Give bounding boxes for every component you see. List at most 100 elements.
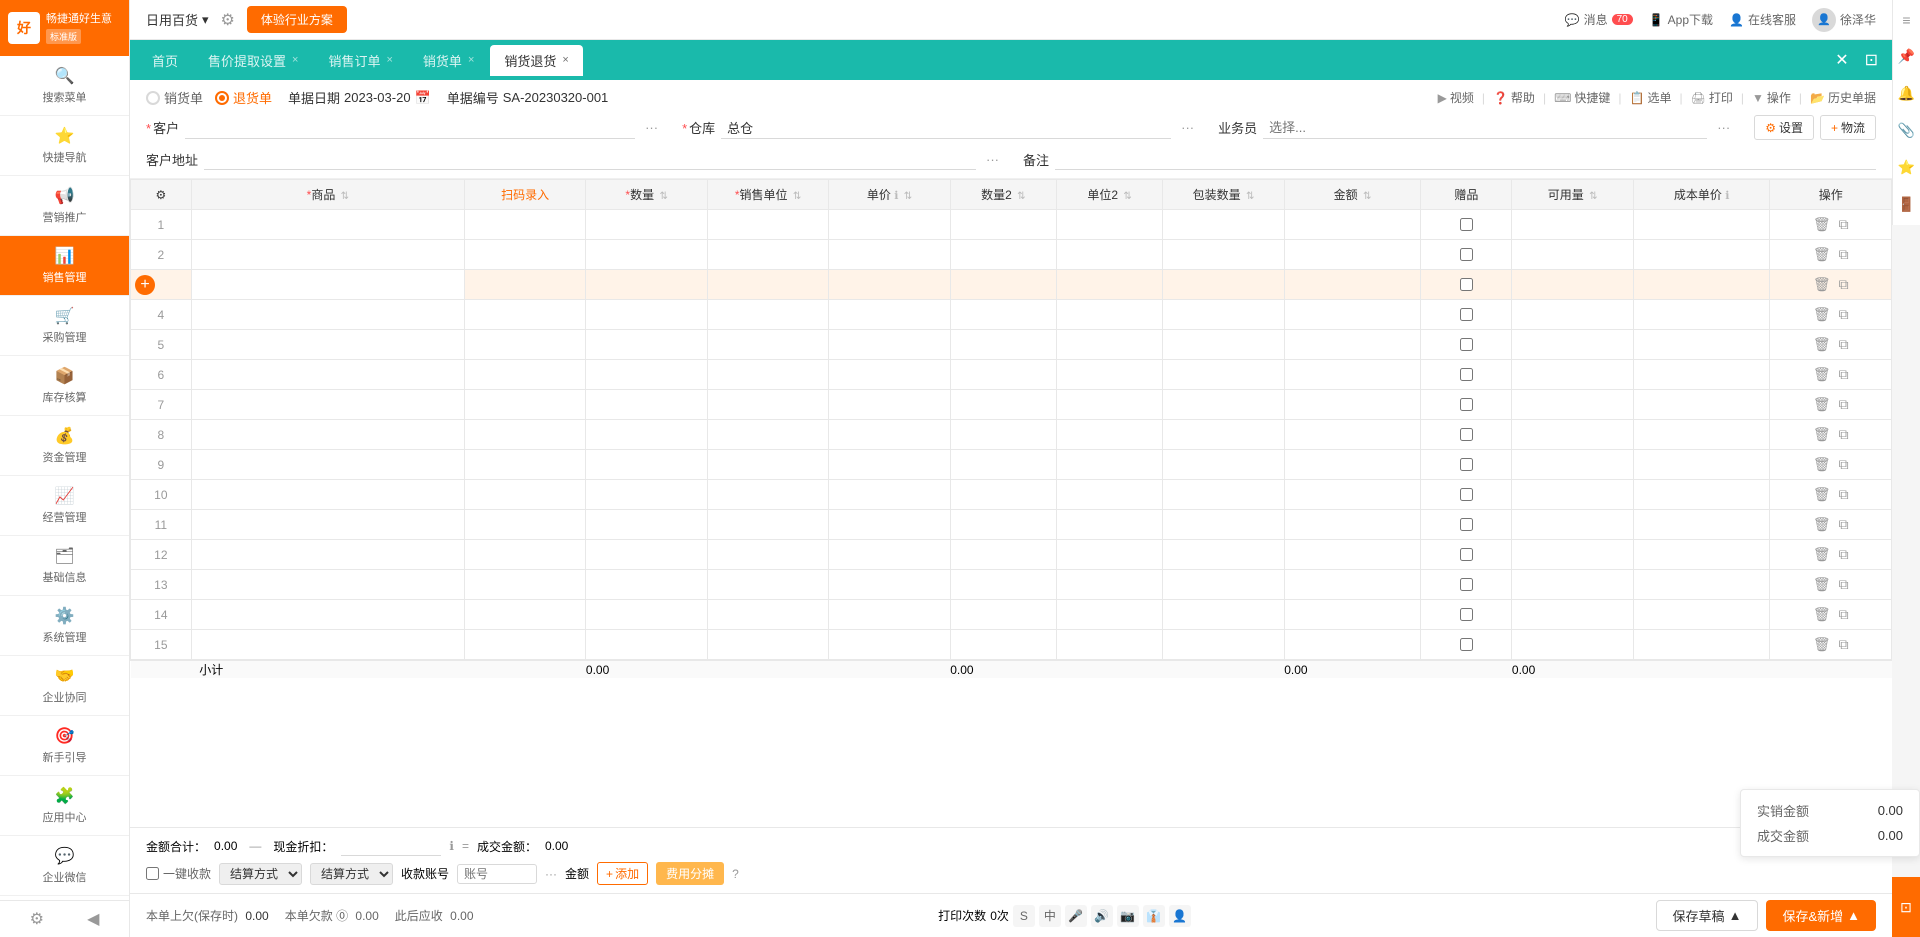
cell-product-6[interactable] xyxy=(191,360,464,390)
cell-pkg-14[interactable] xyxy=(1163,600,1284,630)
right-active-icon[interactable]: ⊡ xyxy=(1892,877,1920,937)
right-icon-2[interactable]: 📌 xyxy=(1894,44,1919,69)
cell-gift-11[interactable] xyxy=(1421,510,1512,540)
copy-row-button-7[interactable]: ⧉ xyxy=(1837,394,1851,415)
action-btn-history[interactable]: 📂历史单据 xyxy=(1810,89,1876,106)
user-tool-icon[interactable]: 👤 xyxy=(1169,905,1191,927)
price-info-icon[interactable]: ℹ xyxy=(894,190,898,202)
photo-icon[interactable]: 📷 xyxy=(1117,905,1139,927)
copy-row-button-6[interactable]: ⧉ xyxy=(1837,364,1851,385)
experience-button[interactable]: 体验行业方案 xyxy=(247,6,347,33)
cell-pkg-8[interactable] xyxy=(1163,420,1284,450)
cell-amount-5[interactable] xyxy=(1284,330,1421,360)
one-key-pay-check[interactable] xyxy=(146,867,159,880)
right-icon-6[interactable]: 🚪 xyxy=(1894,192,1919,217)
right-icon-4[interactable]: 📎 xyxy=(1894,118,1919,143)
cell-pkg-11[interactable] xyxy=(1163,510,1284,540)
sidebar-item-guide[interactable]: 🎯新手引导 xyxy=(0,716,129,776)
cell-price-5[interactable] xyxy=(829,330,950,360)
cell-product-1[interactable] xyxy=(191,210,464,240)
th-scan[interactable]: 扫码录入 xyxy=(464,180,585,210)
account-dots[interactable]: ··· xyxy=(545,867,557,881)
shirt-icon[interactable]: 👔 xyxy=(1143,905,1165,927)
cell-product-13[interactable] xyxy=(191,570,464,600)
cell-unit2-8[interactable] xyxy=(1056,420,1162,450)
right-icon-3[interactable]: 🔔 xyxy=(1894,81,1919,106)
message-item[interactable]: 💬 消息 70 xyxy=(1565,11,1633,28)
gift-checkbox-5[interactable] xyxy=(1460,338,1473,351)
sidebar-item-basic[interactable]: 🗂基础信息 xyxy=(0,536,129,596)
cell-amount-8[interactable] xyxy=(1284,420,1421,450)
cell-unit-4[interactable] xyxy=(707,300,828,330)
address-input[interactable] xyxy=(204,148,976,170)
cell-qty-1[interactable] xyxy=(586,210,707,240)
cell-gift-8[interactable] xyxy=(1421,420,1512,450)
cell-qty-3[interactable] xyxy=(586,270,707,300)
user-item[interactable]: 👤 徐泽华 xyxy=(1812,8,1876,32)
calc-method-select[interactable]: 结算方式 xyxy=(310,863,393,885)
cell-qty2-10[interactable] xyxy=(950,480,1056,510)
tab-close-sales_delivery[interactable]: × xyxy=(468,54,474,66)
sidebar-item-finance[interactable]: 💰资金管理 xyxy=(0,416,129,476)
cell-amount-7[interactable] xyxy=(1284,390,1421,420)
cell-qty2-4[interactable] xyxy=(950,300,1056,330)
cell-product-11[interactable] xyxy=(191,510,464,540)
cell-product-10[interactable] xyxy=(191,480,464,510)
gift-checkbox-6[interactable] xyxy=(1460,368,1473,381)
cell-qty2-5[interactable] xyxy=(950,330,1056,360)
cell-unit-7[interactable] xyxy=(707,390,828,420)
copy-row-button-4[interactable]: ⧉ xyxy=(1837,304,1851,325)
cell-qty2-14[interactable] xyxy=(950,600,1056,630)
cell-qty2-1[interactable] xyxy=(950,210,1056,240)
action-btn-operation[interactable]: ▼操作 xyxy=(1752,89,1791,106)
staff-input[interactable] xyxy=(1263,117,1707,139)
staff-dots[interactable]: ··· xyxy=(1717,120,1730,135)
delete-row-button-5[interactable]: 🗑 xyxy=(1811,334,1833,355)
settings-icon[interactable]: ⚙ xyxy=(30,909,44,929)
cell-gift-9[interactable] xyxy=(1421,450,1512,480)
cell-pkg-6[interactable] xyxy=(1163,360,1284,390)
cell-qty-7[interactable] xyxy=(586,390,707,420)
cell-unit2-9[interactable] xyxy=(1056,450,1162,480)
account-input[interactable] xyxy=(457,864,537,884)
copy-row-button-2[interactable]: ⧉ xyxy=(1837,244,1851,265)
sidebar-item-app[interactable]: 🧩应用中心 xyxy=(0,776,129,836)
cell-amount-2[interactable] xyxy=(1284,240,1421,270)
cell-amount-15[interactable] xyxy=(1284,630,1421,661)
cell-qty-11[interactable] xyxy=(586,510,707,540)
cell-qty-5[interactable] xyxy=(586,330,707,360)
sidebar-item-system[interactable]: ⚙️系统管理 xyxy=(0,596,129,656)
cell-pkg-13[interactable] xyxy=(1163,570,1284,600)
cell-qty2-6[interactable] xyxy=(950,360,1056,390)
copy-row-button-14[interactable]: ⧉ xyxy=(1837,604,1851,625)
split-info-icon[interactable]: ? xyxy=(732,867,739,881)
cell-pkg-9[interactable] xyxy=(1163,450,1284,480)
gift-checkbox-10[interactable] xyxy=(1460,488,1473,501)
cell-price-10[interactable] xyxy=(829,480,950,510)
category-select[interactable]: 日用百货 ▾ xyxy=(146,10,209,29)
copy-row-button-3[interactable]: ⧉ xyxy=(1837,274,1851,295)
gift-checkbox-15[interactable] xyxy=(1460,638,1473,651)
cell-unit-8[interactable] xyxy=(707,420,828,450)
cell-product-7[interactable] xyxy=(191,390,464,420)
gift-checkbox-1[interactable] xyxy=(1460,218,1473,231)
copy-row-button-12[interactable]: ⧉ xyxy=(1837,544,1851,565)
cell-product-9[interactable] xyxy=(191,450,464,480)
cell-unit-5[interactable] xyxy=(707,330,828,360)
sidebar-item-marketing[interactable]: 📢营销推广 xyxy=(0,176,129,236)
cell-unit2-10[interactable] xyxy=(1056,480,1162,510)
cell-price-15[interactable] xyxy=(829,630,950,661)
copy-row-button-1[interactable]: ⧉ xyxy=(1837,214,1851,235)
right-icon-1[interactable]: ≡ xyxy=(1898,8,1914,32)
voice-icon[interactable]: 🔊 xyxy=(1091,905,1113,927)
tab-sales_delivery[interactable]: 销货单 × xyxy=(409,45,488,76)
sidebar-item-enterprise[interactable]: 🤝企业协同 xyxy=(0,656,129,716)
cell-price-12[interactable] xyxy=(829,540,950,570)
gift-checkbox-12[interactable] xyxy=(1460,548,1473,561)
cell-pkg-7[interactable] xyxy=(1163,390,1284,420)
sort-product-icon[interactable]: ⇅ xyxy=(341,191,349,202)
sort-qty-icon[interactable]: ⇅ xyxy=(659,191,667,202)
cash-info-icon[interactable]: ℹ xyxy=(449,839,454,853)
sidebar-item-purchase[interactable]: 🛒采购管理 xyxy=(0,296,129,356)
cell-qty-14[interactable] xyxy=(586,600,707,630)
